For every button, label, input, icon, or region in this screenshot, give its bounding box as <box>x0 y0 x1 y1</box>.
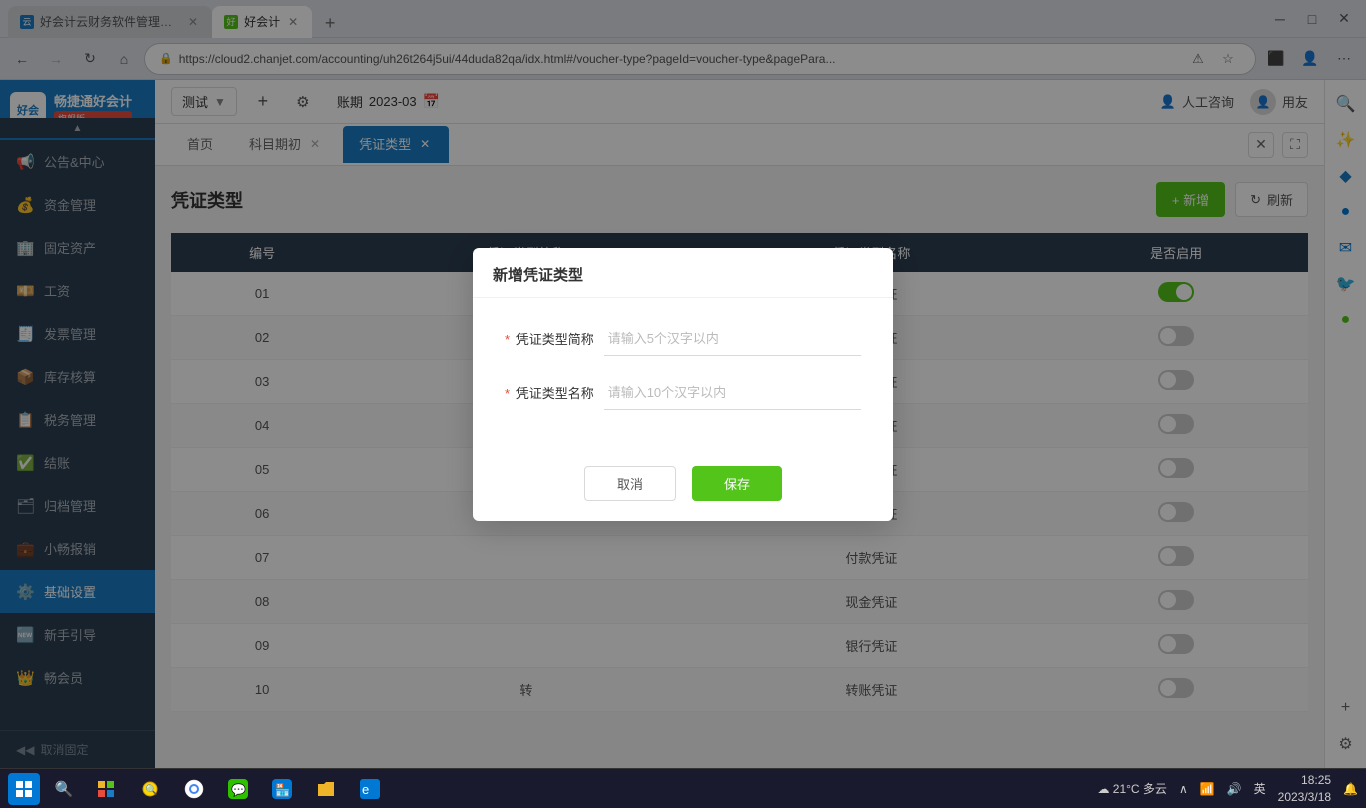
modal-header: 新增凭证类型 <box>473 248 893 298</box>
save-button[interactable]: 保存 <box>692 466 782 501</box>
add-voucher-modal: 新增凭证类型 * 凭证类型简称 * 凭证类型名称 取消 保存 <box>473 248 893 521</box>
taskbar-app-folder[interactable] <box>308 771 344 807</box>
required-star-name: * <box>505 386 510 401</box>
modal-body: * 凭证类型简称 * 凭证类型名称 <box>473 298 893 454</box>
taskbar-clock[interactable]: 18:25 2023/3/18 <box>1278 772 1331 806</box>
short-label: * 凭证类型简称 <box>505 329 594 348</box>
weather-info: ☁ 21°C 多云 <box>1097 780 1167 797</box>
taskbar-app-search[interactable]: 🔍 <box>132 771 168 807</box>
taskbar-app-edge[interactable]: e <box>352 771 388 807</box>
time-display: 18:25 <box>1278 772 1331 789</box>
taskbar-app-wechat[interactable]: 💬 <box>220 771 256 807</box>
modal-footer: 取消 保存 <box>473 454 893 521</box>
language-indicator: 英 <box>1254 780 1266 797</box>
short-input[interactable] <box>604 322 861 356</box>
wifi-icon: 📶 <box>1200 782 1215 796</box>
taskbar-search-button[interactable]: 🔍 <box>48 773 80 805</box>
modal-overlay[interactable]: 新增凭证类型 * 凭证类型简称 * 凭证类型名称 取消 保存 <box>0 0 1366 768</box>
svg-text:e: e <box>362 782 369 797</box>
notifications-icon[interactable]: 🔔 <box>1343 782 1358 796</box>
modal-title: 新增凭证类型 <box>493 267 583 284</box>
svg-text:🏪: 🏪 <box>275 783 290 797</box>
form-row-short: * 凭证类型简称 <box>505 322 861 356</box>
taskbar-app-store[interactable]: 🏪 <box>264 771 300 807</box>
name-input[interactable] <box>604 376 861 410</box>
taskbar-app-explorer[interactable] <box>88 771 124 807</box>
taskbar: 🔍 🔍 💬 🏪 e ☁ 21°C 多云 ∧ 📶 🔊 英 18:25 2023/3… <box>0 768 1366 808</box>
cancel-button[interactable]: 取消 <box>584 466 676 501</box>
required-star-short: * <box>505 332 510 347</box>
start-button[interactable] <box>8 773 40 805</box>
svg-text:🔍: 🔍 <box>145 783 157 796</box>
taskbar-app-chrome[interactable] <box>176 771 212 807</box>
taskbar-right: ☁ 21°C 多云 ∧ 📶 🔊 英 18:25 2023/3/18 🔔 <box>1097 772 1358 806</box>
taskbar-chevron-up[interactable]: ∧ <box>1179 782 1188 796</box>
svg-text:💬: 💬 <box>231 783 246 797</box>
date-display: 2023/3/18 <box>1278 789 1331 806</box>
volume-icon: 🔊 <box>1227 782 1242 796</box>
form-row-name: * 凭证类型名称 <box>505 376 861 410</box>
name-label: * 凭证类型名称 <box>505 383 594 402</box>
